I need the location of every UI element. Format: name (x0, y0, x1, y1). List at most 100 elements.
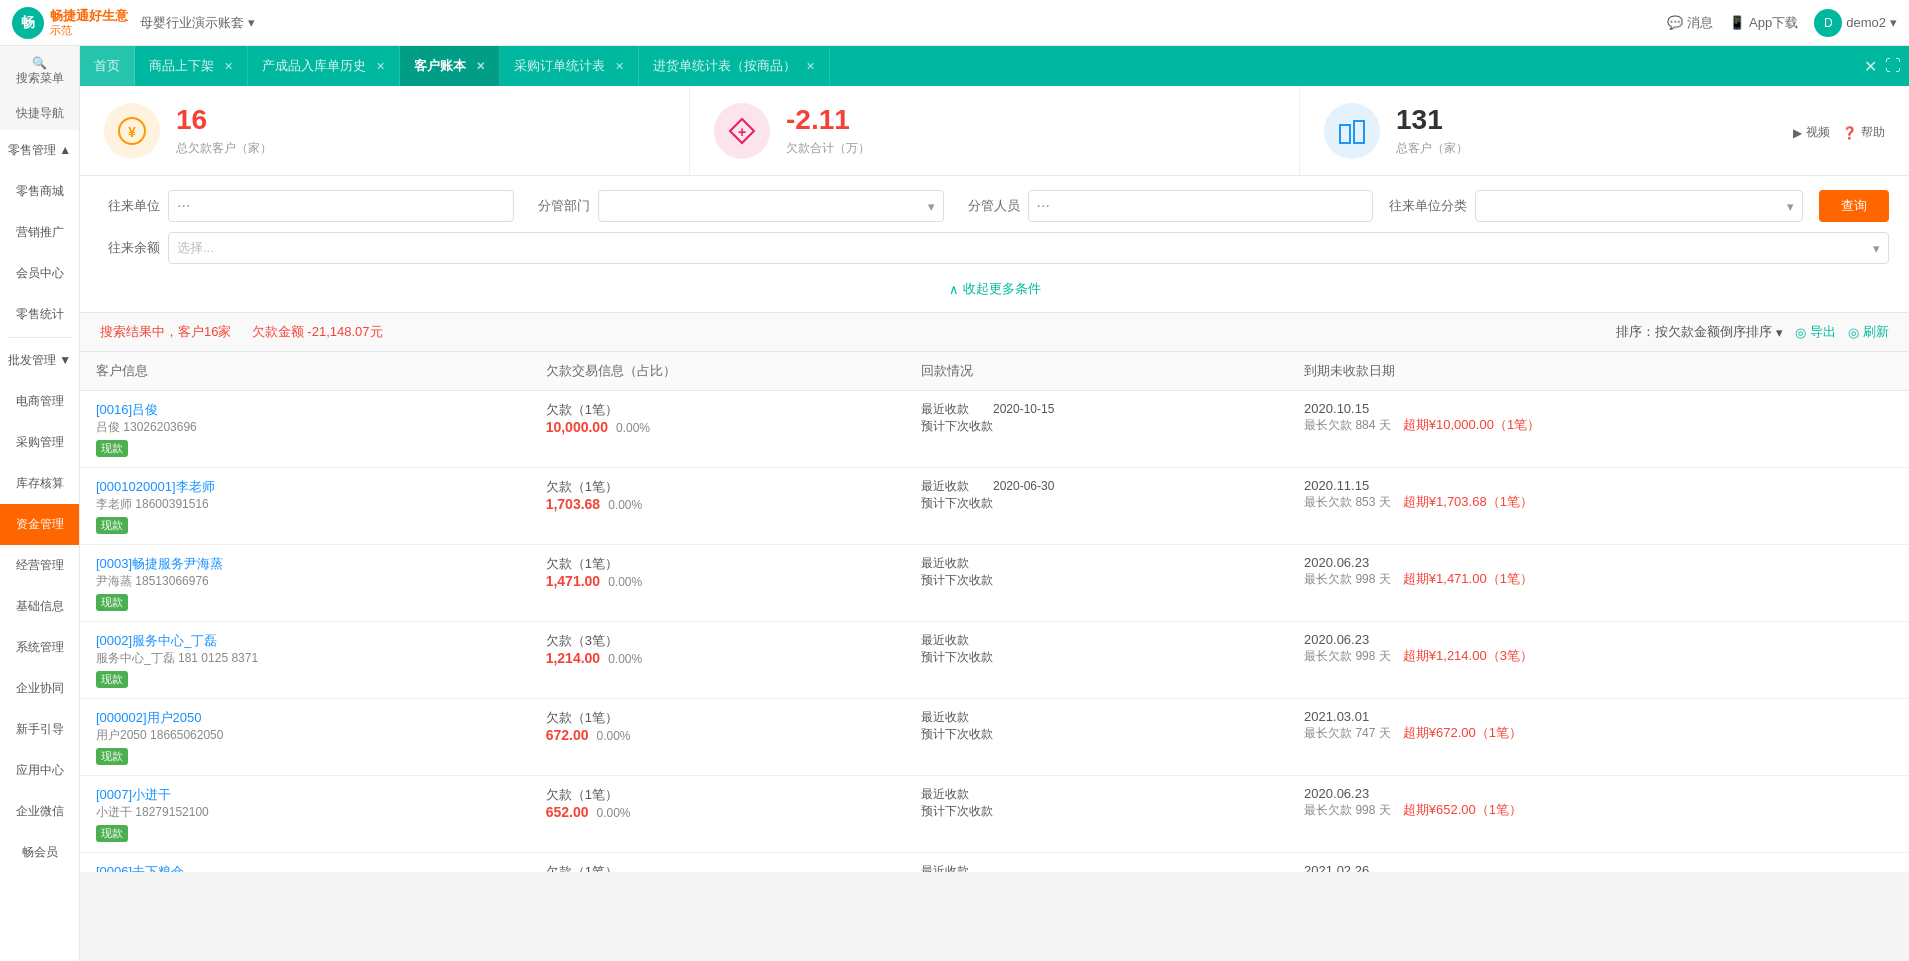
export-btn[interactable]: ◎ 导出 (1795, 323, 1836, 341)
sidebar-item-wechat[interactable]: 企业微信 (0, 791, 79, 832)
sidebar-item-basic[interactable]: 基础信息 (0, 586, 79, 627)
svg-rect-4 (1340, 125, 1350, 143)
sidebar-quick-nav[interactable]: 快捷导航 (0, 97, 79, 130)
stat-icon-1: ¥ (104, 103, 160, 159)
th-customer: 客户信息 (80, 352, 530, 391)
th-due: 到期未收款日期 (1288, 352, 1909, 391)
sidebar-item-enterprise[interactable]: 企业协同 (0, 668, 79, 709)
stat-icon-2: + (714, 103, 770, 159)
sidebar-item-guide[interactable]: 新手引导 (0, 709, 79, 750)
finance-label: 资金管理 (16, 516, 64, 533)
debt-amount-2: 1,703.68 (546, 496, 601, 512)
debt-amount-5: 672.00 (546, 727, 589, 743)
sidebar-search[interactable]: 🔍 搜索菜单 (0, 46, 79, 97)
main-layout: 🔍 搜索菜单 快捷导航 零售管理 ▲ 零售商城 营销推广 会员中心 零售统计 (0, 46, 1909, 961)
tab-home[interactable]: 首页 (80, 46, 135, 86)
tab-products[interactable]: 商品上下架 ✕ (135, 46, 248, 86)
customer-name-link-2[interactable]: [0001020001]李老师 (96, 479, 215, 494)
user-avatar[interactable]: D demo2 ▾ (1814, 9, 1897, 37)
customer-phone-3: 尹海蒸 18513066976 (96, 573, 514, 590)
results-info: 搜索结果中，客户16家 欠款金额 -21,148.07元 (100, 323, 383, 341)
video-btn[interactable]: ▶ 视频 (1793, 124, 1830, 141)
customer-name-link-1[interactable]: [0016]吕俊 (96, 402, 158, 417)
due-days-4: 最长欠款 998 天 (1304, 649, 1403, 663)
results-text: 搜索结果中，客户16家 (100, 324, 231, 339)
tab-products-close[interactable]: ✕ (224, 60, 233, 73)
dept-select[interactable]: ▾ (598, 190, 944, 222)
member-label: 会员中心 (16, 265, 64, 282)
tab-customer-account[interactable]: 客户账本 ✕ (400, 46, 500, 86)
tab-purchase-stats-close[interactable]: ✕ (806, 60, 815, 73)
sort-select[interactable]: 排序：按欠款金额倒序排序 ▾ (1616, 323, 1783, 341)
sidebar-item-retail-mgmt[interactable]: 零售管理 ▲ (0, 130, 79, 171)
customer-name-link-5[interactable]: [000002]用户2050 (96, 710, 202, 725)
sidebar-item-operations[interactable]: 经营管理 (0, 545, 79, 586)
sidebar-item-marketing[interactable]: 营销推广 (0, 212, 79, 253)
refresh-btn[interactable]: ◎ 刷新 (1848, 323, 1889, 341)
tab-purchase-order[interactable]: 采购订单统计表 ✕ (500, 46, 639, 86)
tab-purchase-order-close[interactable]: ✕ (615, 60, 624, 73)
recover-cell-7: 最近收款 预计下次收款 (905, 853, 1288, 873)
customer-name-link-4[interactable]: [0002]服务中心_丁磊 (96, 633, 217, 648)
sidebar-item-app-center[interactable]: 应用中心 (0, 750, 79, 791)
sidebar-item-vip[interactable]: 畅会员 (0, 832, 79, 873)
customer-phone-5: 用户2050 18665062050 (96, 727, 514, 744)
overdue-amount-3[interactable]: 超期¥1,471.00（1笔） (1403, 571, 1533, 586)
filter-row-1: 往来单位 ··· 分管部门 ▾ (100, 190, 1889, 222)
supplier-input[interactable]: ··· (168, 190, 514, 222)
message-btn[interactable]: 💬 消息 (1667, 14, 1713, 32)
sidebar-item-ecommerce[interactable]: 电商管理 (0, 381, 79, 422)
page-content: ¥ 16 总欠款客户（家） + -2.1 (80, 86, 1909, 872)
tab-production-close[interactable]: ✕ (376, 60, 385, 73)
company-selector[interactable]: 母婴行业演示账套 ▾ (140, 14, 255, 32)
stat-item-2: + -2.11 欠款合计（万） (690, 86, 1300, 175)
sidebar-item-retail-mall[interactable]: 零售商城 (0, 171, 79, 212)
svg-rect-5 (1354, 121, 1364, 143)
stat-number-3: 131 (1396, 104, 1468, 136)
supplier-dots: ··· (177, 197, 190, 215)
operations-label: 经营管理 (16, 557, 64, 574)
next-recover-4: 预计下次收款 (921, 649, 1272, 666)
overdue-amount-5[interactable]: 超期¥672.00（1笔） (1403, 725, 1522, 740)
tab-customer-close[interactable]: ✕ (476, 60, 485, 73)
filter-collapse-btn[interactable]: ∧ 收起更多条件 (100, 274, 1889, 304)
app-download-btn[interactable]: 📱 App下载 (1729, 14, 1798, 32)
overdue-amount-1[interactable]: 超期¥10,000.00（1笔） (1403, 417, 1540, 432)
help-btn[interactable]: ❓ 帮助 (1842, 124, 1885, 141)
debt-cell-6: 欠款（1笔） 652.000.00% (530, 776, 905, 853)
category-select[interactable]: ▾ (1475, 190, 1803, 222)
sidebar-item-system[interactable]: 系统管理 (0, 627, 79, 668)
sidebar-item-batch-mgmt[interactable]: 批发管理 ▼ (0, 340, 79, 381)
category-arrow: ▾ (1787, 199, 1794, 214)
customer-name-link-7[interactable]: [0006]去下粮仓 (96, 864, 184, 872)
batch-mgmt-label: 批发管理 ▼ (8, 352, 71, 369)
system-label: 系统管理 (16, 639, 64, 656)
sidebar-item-member[interactable]: 会员中心 (0, 253, 79, 294)
sidebar-item-purchase[interactable]: 采购管理 (0, 422, 79, 463)
sidebar-item-retail-stats[interactable]: 零售统计 (0, 294, 79, 335)
svg-text:¥: ¥ (128, 124, 136, 140)
customer-name-link-3[interactable]: [0003]畅捷服务尹海蒸 (96, 556, 223, 571)
customer-cell-4: [0002]服务中心_丁磊 服务中心_丁磊 181 0125 8371 现款 (80, 622, 530, 699)
tab-production[interactable]: 产成品入库单历史 ✕ (248, 46, 400, 86)
tab-purchase-stats[interactable]: 进货单统计表（按商品） ✕ (639, 46, 830, 86)
due-date-3: 2020.06.23 (1304, 555, 1893, 570)
customer-name-link-6[interactable]: [0007]小迸干 (96, 787, 171, 802)
overdue-amount-4[interactable]: 超期¥1,214.00（3笔） (1403, 648, 1533, 663)
sidebar-item-inventory[interactable]: 库存核算 (0, 463, 79, 504)
overdue-amount-6[interactable]: 超期¥652.00（1笔） (1403, 802, 1522, 817)
overdue-amount-2[interactable]: 超期¥1,703.68（1笔） (1403, 494, 1533, 509)
tab-prev-btn[interactable]: ✕ (1864, 57, 1877, 76)
customer-cell-7: [0006]去下粮仓 陈小希 现款 (80, 853, 530, 873)
table-row: [0007]小迸干 小迸干 18279152100 现款 欠款（1笔） 652.… (80, 776, 1909, 853)
table-container: 客户信息 欠款交易信息（占比） 回款情况 到期未收款日期 [0016]吕俊 (80, 352, 1909, 872)
customer-tag-1: 现款 (96, 440, 128, 457)
tab-expand-btn[interactable]: ⛶ (1885, 57, 1901, 75)
person-input[interactable]: ··· (1028, 190, 1374, 222)
balance-label: 往来余额 (100, 239, 160, 257)
balance-placeholder: 选择... (177, 239, 214, 257)
query-button[interactable]: 查询 (1819, 190, 1889, 222)
recover-cell-6: 最近收款 预计下次收款 (905, 776, 1288, 853)
sidebar-item-finance[interactable]: 资金管理 (0, 504, 79, 545)
balance-select[interactable]: 选择... ▾ (168, 232, 1889, 264)
